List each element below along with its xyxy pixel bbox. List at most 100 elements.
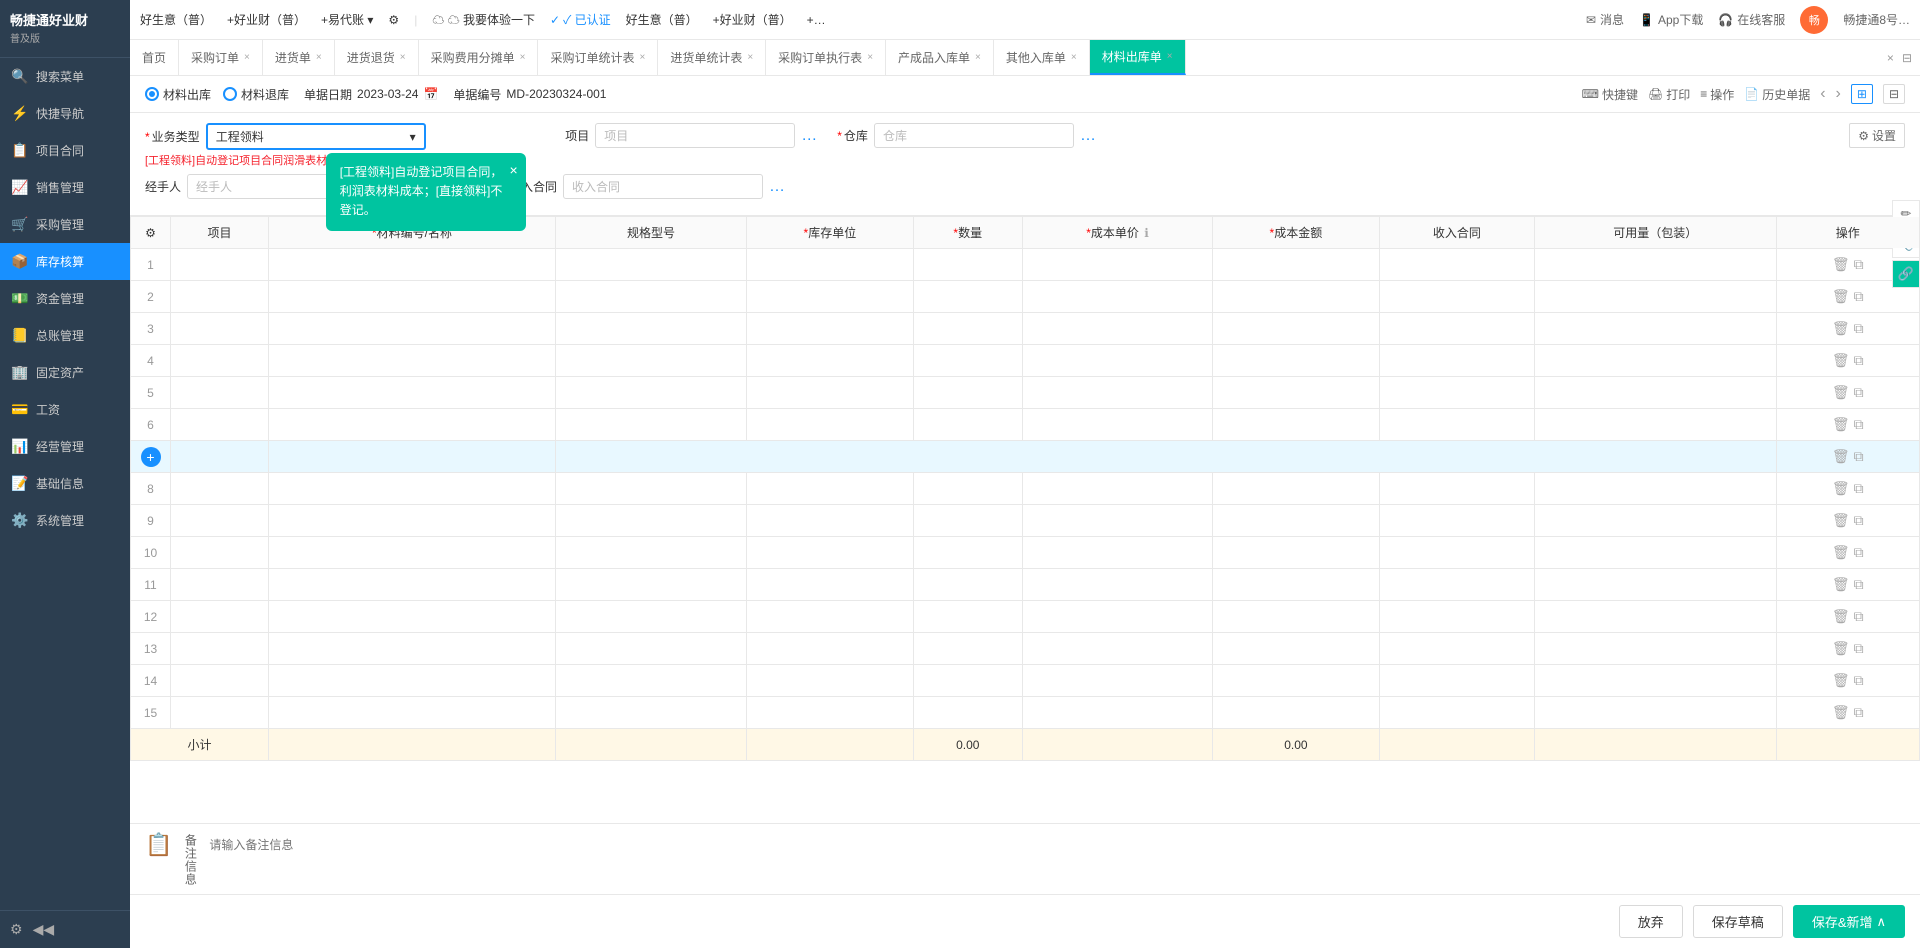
business-type-select[interactable]: 工程领料 ▾ [206, 123, 426, 150]
top-nav-agent[interactable]: +易代账 ▾ [321, 11, 373, 28]
sidebar-item-purchase-mgmt[interactable]: 🛒 采购管理 [0, 206, 130, 243]
delete-row-icon[interactable]: 🗑 [1832, 704, 1850, 721]
top-nav-finance2[interactable]: +好业财（普） [713, 11, 792, 28]
copy-row-icon[interactable]: ⧉ [1854, 672, 1864, 689]
tab-close-icon[interactable]: × [1167, 51, 1173, 62]
copy-row-icon[interactable]: ⧉ [1854, 608, 1864, 625]
row-cost-amount-1[interactable] [1213, 249, 1380, 281]
user-avatar[interactable]: 畅 [1800, 6, 1828, 34]
copy-row-icon[interactable]: ⧉ [1854, 544, 1864, 561]
radio-material-out[interactable]: 材料出库 [145, 86, 211, 103]
tab-finished-in[interactable]: 产成品入库单 × [886, 40, 994, 75]
row-cost-amount-2[interactable] [1213, 281, 1380, 313]
row-unit-2[interactable] [747, 281, 914, 313]
sidebar-item-capital-mgmt[interactable]: 💵 资金管理 [0, 280, 130, 317]
calendar-icon[interactable]: 📅 [423, 87, 438, 101]
tab-close-icon[interactable]: × [639, 52, 645, 63]
tab-nav-icon[interactable]: ⊟ [1902, 51, 1912, 65]
sidebar-item-basic-info[interactable]: 📝 基础信息 [0, 465, 130, 502]
top-nav-good-finance[interactable]: +好业财（普） [227, 11, 306, 28]
save-new-btn[interactable]: 保存&新增 ∧ [1793, 905, 1905, 938]
delete-row-icon[interactable]: 🗑 [1832, 640, 1850, 657]
row-cost-price-1[interactable] [1022, 249, 1212, 281]
top-nav-biz2[interactable]: 好生意（普） [626, 11, 698, 28]
copy-row-icon[interactable]: ⧉ [1854, 320, 1864, 337]
sidebar-collapse-icon[interactable]: ◀◀ [33, 921, 55, 938]
tab-purchase-order[interactable]: 采购订单 × [179, 40, 263, 75]
delete-row-icon[interactable]: 🗑 [1832, 544, 1850, 561]
user-name[interactable]: 畅捷通8号… [1843, 11, 1910, 28]
tab-purchase-stat[interactable]: 采购订单统计表 × [538, 40, 658, 75]
sidebar-item-project-contract[interactable]: 📋 项目合同 [0, 132, 130, 169]
delete-row-icon[interactable]: 🗑 [1832, 672, 1850, 689]
sidebar-item-quick-nav[interactable]: ⚡ 快捷导航 [0, 95, 130, 132]
abandon-btn[interactable]: 放弃 [1619, 905, 1683, 938]
online-service-btn[interactable]: 🎧 在线客服 [1718, 11, 1785, 28]
sidebar-item-system-mgmt[interactable]: ⚙️ 系统管理 [0, 502, 130, 539]
tab-close-icon[interactable]: × [520, 52, 526, 63]
operations-btn[interactable]: ≡ 操作 [1700, 86, 1734, 103]
message-btn[interactable]: ✉ 消息 [1586, 11, 1624, 28]
row-material-2[interactable] [269, 281, 556, 313]
row-item-1[interactable] [171, 249, 269, 281]
delete-row-icon[interactable]: 🗑 [1832, 480, 1850, 497]
top-nav-more[interactable]: +… [807, 13, 826, 27]
row-income-contract-1[interactable] [1379, 249, 1534, 281]
top-nav-settings-icon[interactable]: ⚙ [388, 13, 399, 27]
save-draft-btn[interactable]: 保存草稿 [1693, 905, 1783, 938]
row-cost-price-2[interactable] [1022, 281, 1212, 313]
radio-material-return[interactable]: 材料退库 [223, 86, 289, 103]
tab-purchase-alloc[interactable]: 采购费用分摊单 × [419, 40, 539, 75]
sidebar-item-sales-mgmt[interactable]: 📈 销售管理 [0, 169, 130, 206]
form-settings-btn[interactable]: ⚙ 设置 [1849, 123, 1905, 148]
history-btn[interactable]: 📄 历史单据 [1744, 86, 1810, 103]
copy-row-2-icon[interactable]: ⧉ [1854, 288, 1864, 305]
print-btn[interactable]: 🖨 打印 [1648, 86, 1690, 103]
tab-material-out[interactable]: 材料出库单 × [1090, 40, 1186, 75]
sidebar-item-ops-mgmt[interactable]: 📊 经营管理 [0, 428, 130, 465]
tab-close-icon[interactable]: × [316, 52, 322, 63]
delete-row-icon[interactable]: 🗑 [1832, 416, 1850, 433]
row-unit-1[interactable] [747, 249, 914, 281]
sidebar-settings-icon[interactable]: ⚙ [10, 921, 23, 938]
sidebar-item-salary[interactable]: 💳 工资 [0, 391, 130, 428]
delete-row-icon[interactable]: 🗑 [1832, 320, 1850, 337]
doc-date-value[interactable]: 2023-03-24 [357, 87, 418, 101]
right-tool-link[interactable]: 🔗 [1892, 260, 1920, 288]
sidebar-item-inventory[interactable]: 📦 库存核算 [0, 243, 130, 280]
row-quantity-2[interactable] [913, 281, 1022, 313]
cost-price-info-icon[interactable]: ℹ [1144, 226, 1149, 240]
tab-close-icon[interactable]: × [1071, 52, 1077, 63]
tab-purchase-receive[interactable]: 进货单 × [263, 40, 335, 75]
tab-close-icon[interactable]: × [975, 52, 981, 63]
row-spec-2[interactable] [555, 281, 746, 313]
delete-row-2-icon[interactable]: 🗑 [1832, 288, 1850, 305]
tab-close-icon[interactable]: × [400, 52, 406, 63]
copy-row-icon[interactable]: ⧉ [1854, 576, 1864, 593]
delete-row-1-icon[interactable]: 🗑 [1832, 256, 1850, 273]
delete-row-icon[interactable]: 🗑 [1832, 608, 1850, 625]
nav-next-btn[interactable]: › [1836, 85, 1841, 103]
delete-add-row-icon[interactable]: 🗑 [1832, 448, 1850, 465]
delete-row-icon[interactable]: 🗑 [1832, 512, 1850, 529]
copy-row-icon[interactable]: ⧉ [1854, 480, 1864, 497]
income-contract-dots[interactable]: … [769, 178, 785, 196]
tooltip-close-btn[interactable]: × [510, 159, 518, 181]
tab-close-icon[interactable]: × [867, 52, 873, 63]
row-material-1[interactable] [269, 249, 556, 281]
shortcut-key-btn[interactable]: ⌨ 快捷键 [1582, 86, 1638, 103]
copy-row-icon[interactable]: ⧉ [1854, 416, 1864, 433]
tab-close-icon[interactable]: × [244, 52, 250, 63]
add-row-item[interactable] [171, 441, 269, 473]
sidebar-item-search-menu[interactable]: 🔍 搜索菜单 [0, 58, 130, 95]
tab-order-exec[interactable]: 采购订单执行表 × [766, 40, 886, 75]
row-quantity-1[interactable] [913, 249, 1022, 281]
warehouse-select[interactable]: 仓库 [874, 123, 1074, 148]
copy-row-icon[interactable]: ⧉ [1854, 704, 1864, 721]
add-row-btn[interactable]: + [141, 447, 161, 467]
delete-row-icon[interactable]: 🗑 [1832, 352, 1850, 369]
col-settings-header[interactable]: ⚙ [131, 217, 171, 249]
project-select[interactable]: 项目 [595, 123, 795, 148]
copy-row-icon[interactable]: ⧉ [1854, 384, 1864, 401]
tab-other-in[interactable]: 其他入库单 × [994, 40, 1090, 75]
